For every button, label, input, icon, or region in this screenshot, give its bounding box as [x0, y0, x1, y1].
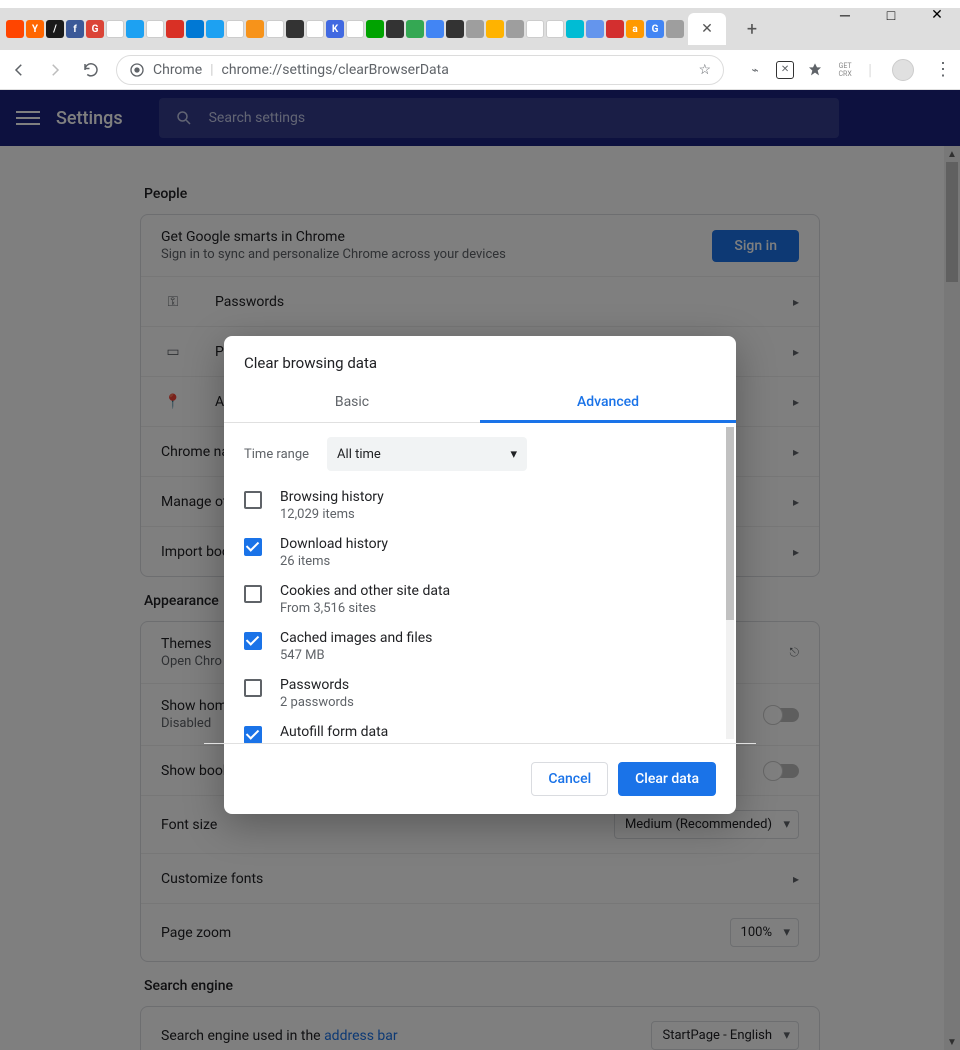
time-range-select[interactable]: All time▾	[327, 437, 527, 471]
clear-option[interactable]: Autofill form data	[244, 720, 716, 743]
browser-tab[interactable]: G	[86, 20, 104, 38]
dialog-scrollbar[interactable]	[726, 427, 734, 739]
browser-tab[interactable]	[526, 20, 544, 38]
extension-icon[interactable]: ✕	[776, 61, 794, 79]
checkbox[interactable]	[244, 632, 262, 650]
extension-icon[interactable]: ⌁	[746, 61, 764, 79]
dialog-title: Clear browsing data	[224, 336, 736, 384]
option-title: Download history	[280, 536, 388, 552]
browser-tab[interactable]	[186, 20, 204, 38]
browser-tab[interactable]	[666, 20, 684, 38]
browser-tab-active[interactable]: ✕	[688, 13, 726, 45]
browser-tab[interactable]	[426, 20, 444, 38]
cancel-button[interactable]: Cancel	[531, 762, 608, 796]
option-title: Passwords	[280, 677, 354, 693]
bookmark-star-icon[interactable]: ☆	[699, 62, 712, 78]
option-sub: 12,029 items	[280, 507, 384, 522]
omnibox[interactable]: Chrome | chrome://settings/clearBrowserD…	[116, 55, 724, 85]
browser-tab[interactable]	[246, 20, 264, 38]
browser-tab[interactable]	[6, 20, 24, 38]
option-title: Autofill form data	[280, 724, 388, 740]
browser-tab[interactable]	[166, 20, 184, 38]
browser-tab[interactable]	[546, 20, 564, 38]
reload-button[interactable]	[80, 59, 102, 81]
browser-tab[interactable]: K	[326, 20, 344, 38]
clear-option[interactable]: Cookies and other site data From 3,516 si…	[244, 579, 716, 620]
browser-tab[interactable]	[206, 20, 224, 38]
browser-toolbar: Chrome | chrome://settings/clearBrowserD…	[0, 50, 960, 90]
browser-tab[interactable]	[566, 20, 584, 38]
browser-tab[interactable]	[446, 20, 464, 38]
browser-tab[interactable]	[506, 20, 524, 38]
option-sub: 2 passwords	[280, 695, 354, 710]
window-minimize-button[interactable]: ─	[822, 0, 868, 30]
checkbox[interactable]	[244, 491, 262, 509]
extension-icon[interactable]	[806, 61, 824, 79]
window-titlebar	[0, 0, 960, 8]
browser-tab[interactable]	[586, 20, 604, 38]
browser-tab[interactable]: G	[646, 20, 664, 38]
browser-tab[interactable]: /	[46, 20, 64, 38]
tab-basic[interactable]: Basic	[224, 384, 480, 422]
profile-avatar[interactable]	[892, 59, 914, 81]
clear-browsing-dialog: Clear browsing data Basic Advanced Time …	[224, 336, 736, 814]
browser-tab[interactable]	[306, 20, 324, 38]
site-info-icon[interactable]	[129, 62, 145, 78]
option-sub: 26 items	[280, 554, 388, 569]
extension-get-crx[interactable]: GET CRX	[836, 61, 854, 79]
browser-tab[interactable]: a	[626, 20, 644, 38]
browser-tab[interactable]	[266, 20, 284, 38]
tab-advanced[interactable]: Advanced	[480, 384, 736, 422]
browser-tab[interactable]	[126, 20, 144, 38]
option-title: Browsing history	[280, 489, 384, 505]
browser-tab[interactable]	[466, 20, 484, 38]
new-tab-button[interactable]: +	[738, 15, 766, 43]
back-button[interactable]	[8, 59, 30, 81]
option-sub: 547 MB	[280, 648, 432, 663]
omnibox-prefix: Chrome	[153, 62, 202, 78]
checkbox[interactable]	[244, 585, 262, 603]
clear-option[interactable]: Passwords 2 passwords	[244, 673, 716, 714]
browser-tab[interactable]: f	[66, 20, 84, 38]
option-title: Cached images and files	[280, 630, 432, 646]
checkbox[interactable]	[244, 679, 262, 697]
browser-tab[interactable]	[146, 20, 164, 38]
clear-option[interactable]: Cached images and files 547 MB	[244, 626, 716, 667]
modal-scrim[interactable]: Clear browsing data Basic Advanced Time …	[0, 90, 960, 1050]
omnibox-url: chrome://settings/clearBrowserData	[222, 62, 449, 78]
time-range-label: Time range	[244, 447, 309, 462]
browser-menu-button[interactable]: ⋮	[934, 59, 952, 80]
browser-tab[interactable]	[606, 20, 624, 38]
clear-data-button[interactable]: Clear data	[618, 762, 716, 796]
browser-tab[interactable]	[106, 20, 124, 38]
window-close-button[interactable]: ✕	[914, 0, 960, 30]
clear-option[interactable]: Download history 26 items	[244, 532, 716, 573]
browser-tab[interactable]	[346, 20, 364, 38]
option-sub: From 3,516 sites	[280, 601, 450, 616]
chevron-down-icon: ▾	[511, 447, 518, 462]
window-maximize-button[interactable]: □	[868, 0, 914, 30]
browser-tab[interactable]	[286, 20, 304, 38]
browser-tab-strip: Y/fGKaG ✕ +	[0, 8, 960, 50]
browser-tab[interactable]: Y	[26, 20, 44, 38]
forward-button[interactable]	[44, 59, 66, 81]
option-title: Cookies and other site data	[280, 583, 450, 599]
browser-tab[interactable]	[486, 20, 504, 38]
browser-tab[interactable]	[386, 20, 404, 38]
checkbox[interactable]	[244, 538, 262, 556]
clear-option[interactable]: Browsing history 12,029 items	[244, 485, 716, 526]
browser-tab[interactable]	[226, 20, 244, 38]
browser-tab[interactable]	[406, 20, 424, 38]
close-tab-icon[interactable]: ✕	[701, 21, 713, 37]
browser-tab[interactable]	[366, 20, 384, 38]
checkbox[interactable]	[244, 726, 262, 743]
